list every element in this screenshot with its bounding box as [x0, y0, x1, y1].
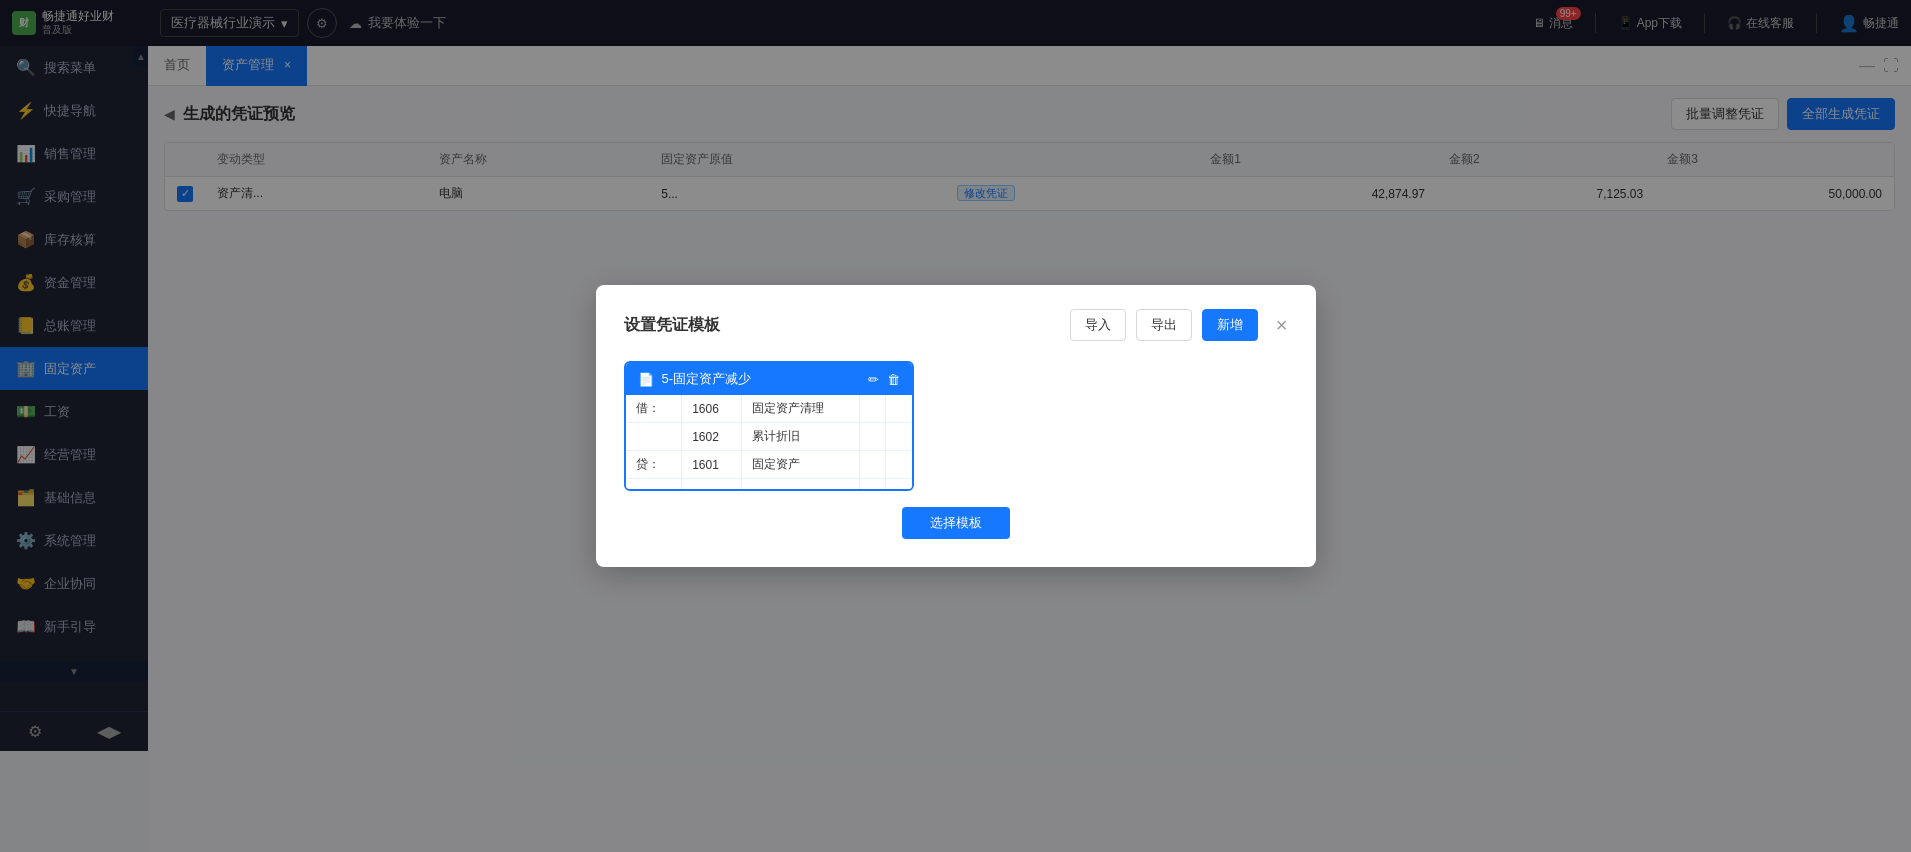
select-template-button[interactable]: 选择模板 — [902, 507, 1010, 539]
modal-header: 设置凭证模板 导入 导出 新增 × — [624, 309, 1288, 341]
entry-col4-1 — [886, 423, 912, 451]
modal-title: 设置凭证模板 — [624, 315, 720, 336]
entry-type-0: 借： — [626, 395, 682, 423]
template-header-left: 📄 5-固定资产减少 — [638, 370, 752, 388]
entry-col4-2 — [886, 451, 912, 479]
entry-col4-3 — [886, 479, 912, 490]
export-button[interactable]: 导出 — [1136, 309, 1192, 341]
modal-overlay: 设置凭证模板 导入 导出 新增 × 📄 5-固定资产减少 — [0, 0, 1911, 852]
entry-col4-0 — [886, 395, 912, 423]
entry-col3-0 — [859, 395, 885, 423]
entry-code-0: 1606 — [682, 395, 742, 423]
entry-subject-2: 固定资产 — [742, 451, 859, 479]
modal-close-button[interactable]: × — [1276, 315, 1288, 335]
template-row-2: 贷： 1601 固定资产 — [626, 451, 912, 479]
entry-col3-2 — [859, 451, 885, 479]
template-card: 📄 5-固定资产减少 ✏ 🗑 借： — [624, 361, 914, 491]
delete-icon[interactable]: 🗑 — [887, 372, 900, 387]
template-row-3 — [626, 479, 912, 490]
entry-col3-3 — [859, 479, 885, 490]
template-row-0: 借： 1606 固定资产清理 — [626, 395, 912, 423]
entry-subject-3 — [742, 479, 859, 490]
entry-col3-1 — [859, 423, 885, 451]
template-card-body: 借： 1606 固定资产清理 1602 累计折旧 — [626, 395, 912, 489]
entry-code-1: 1602 — [682, 423, 742, 451]
template-action-icons: ✏ 🗑 — [868, 372, 900, 387]
entry-subject-0: 固定资产清理 — [742, 395, 859, 423]
edit-icon[interactable]: ✏ — [868, 372, 879, 387]
template-title: 固定资产减少 — [673, 371, 751, 386]
entry-subject-1: 累计折旧 — [742, 423, 859, 451]
modal-body: 📄 5-固定资产减少 ✏ 🗑 借： — [624, 361, 1288, 539]
template-row-1: 1602 累计折旧 — [626, 423, 912, 451]
entry-type-1 — [626, 423, 682, 451]
template-name: 5-固定资产减少 — [662, 370, 752, 388]
entry-code-3 — [682, 479, 742, 490]
template-file-icon: 📄 — [638, 372, 654, 387]
entry-type-2: 贷： — [626, 451, 682, 479]
modal-toolbar: 导入 导出 新增 × — [1070, 309, 1288, 341]
import-button[interactable]: 导入 — [1070, 309, 1126, 341]
modal-dialog: 设置凭证模板 导入 导出 新增 × 📄 5-固定资产减少 — [596, 285, 1316, 567]
new-button[interactable]: 新增 — [1202, 309, 1258, 341]
entry-type-3 — [626, 479, 682, 490]
entry-code-2: 1601 — [682, 451, 742, 479]
template-entries-table: 借： 1606 固定资产清理 1602 累计折旧 — [626, 395, 912, 489]
template-card-header: 📄 5-固定资产减少 ✏ 🗑 — [626, 363, 912, 395]
